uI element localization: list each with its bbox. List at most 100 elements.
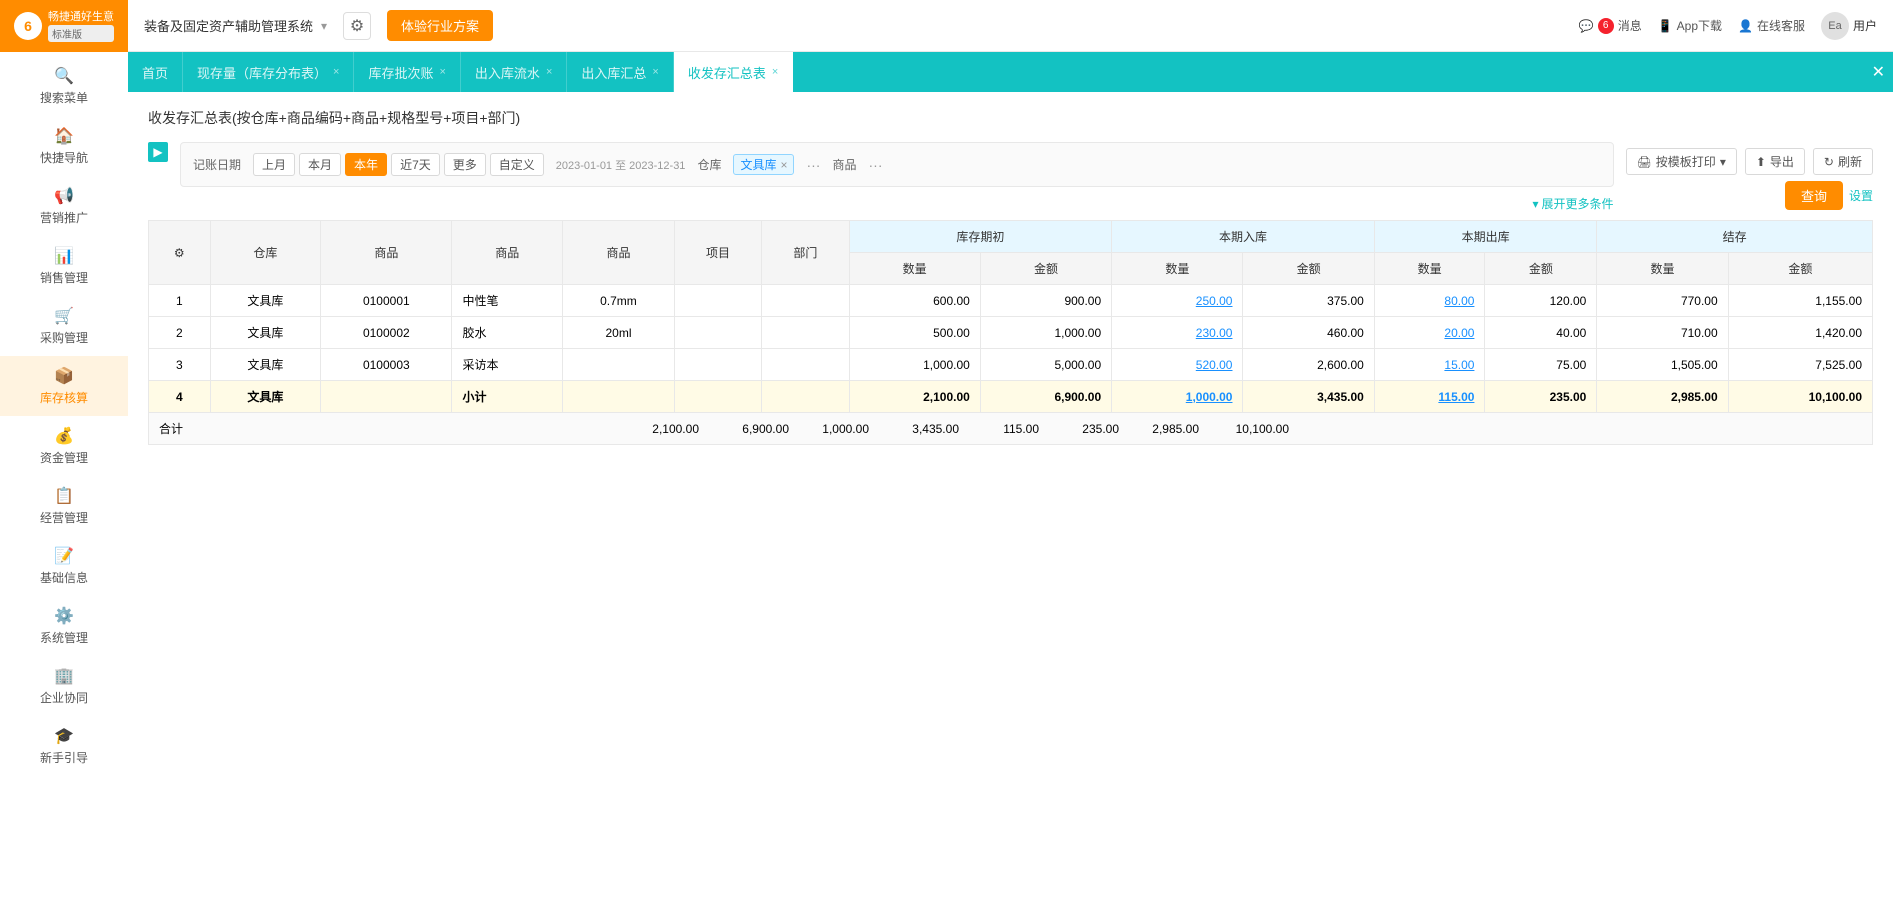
page-container: 收发存汇总表(按仓库+商品编码+商品+规格型号+项目+部门) ▶ 记账日期 上月…: [128, 92, 1893, 923]
date-btn-this-month[interactable]: 本月: [299, 153, 341, 176]
footer-balance-amt: 10,100.00: [1199, 422, 1289, 436]
footer-opening-amt: 6,900.00: [699, 422, 789, 436]
cell-opening-amt: 900.00: [980, 285, 1111, 317]
table-row: 3文具库0100003采访本1,000.005,000.00520.002,60…: [149, 349, 1873, 381]
cell-project: [674, 317, 761, 349]
tab-home[interactable]: 首页: [128, 52, 183, 92]
th-settings[interactable]: ⚙: [149, 221, 211, 285]
warehouse-tag[interactable]: 文具库 ×: [733, 154, 794, 175]
tab-recv-send[interactable]: 收发存汇总表 ×: [674, 52, 793, 92]
date-btn-7days[interactable]: 近7天: [391, 153, 440, 176]
cell-opening-amt: 5,000.00: [980, 349, 1111, 381]
cell-balance-qty: 710.00: [1597, 317, 1728, 349]
sidebar-item-enterprise[interactable]: 🏢 企业协同: [0, 656, 128, 716]
cell-opening-amt: 1,000.00: [980, 317, 1111, 349]
filter-date-label: 记账日期: [193, 156, 241, 173]
tab-inventory-dist[interactable]: 现存量（库存分布表） ×: [183, 52, 354, 92]
cell-out-qty[interactable]: 15.00: [1374, 349, 1485, 381]
date-btn-custom[interactable]: 自定义: [490, 153, 544, 176]
sidebar-item-search[interactable]: 🔍 搜索菜单: [0, 56, 128, 116]
goods-filter-more[interactable]: ···: [869, 157, 883, 173]
print-template-button[interactable]: 🖨 按模板打印 ▾: [1626, 148, 1737, 175]
settings-button[interactable]: 设置: [1849, 181, 1873, 210]
date-btn-last-month[interactable]: 上月: [253, 153, 295, 176]
sales-icon: 📊: [54, 246, 74, 266]
sidebar-item-basic-info[interactable]: 📝 基础信息: [0, 536, 128, 596]
tab-inout-summary-close[interactable]: ×: [652, 66, 658, 78]
date-btn-this-year[interactable]: 本年: [345, 153, 387, 176]
th-name: 商品: [452, 221, 563, 285]
filter-collapse-button[interactable]: ▶: [148, 142, 168, 162]
query-button[interactable]: 查询: [1785, 181, 1843, 210]
trial-button[interactable]: 体验行业方案: [387, 10, 493, 41]
sidebar-item-system-label: 系统管理: [40, 629, 88, 646]
tab-batch-close[interactable]: ×: [439, 66, 445, 78]
cell-out-qty[interactable]: 115.00: [1374, 381, 1485, 413]
logo-icon: 6: [14, 12, 42, 40]
th-spec: 商品: [563, 221, 675, 285]
system-icon: ⚙️: [54, 606, 74, 626]
sidebar-item-enterprise-label: 企业协同: [40, 689, 88, 706]
date-buttons-group: 上月 本月 本年 近7天 更多 自定义: [253, 153, 544, 176]
sidebar-item-quick-nav-label: 快捷导航: [40, 149, 88, 166]
tab-recv-send-close[interactable]: ×: [772, 66, 778, 78]
cell-in-qty[interactable]: 250.00: [1112, 285, 1243, 317]
sidebar-item-sales[interactable]: 📊 销售管理: [0, 236, 128, 296]
tab-inout-summary[interactable]: 出入库汇总 ×: [567, 52, 673, 92]
th-project: 项目: [674, 221, 761, 285]
refresh-button[interactable]: ↻ 刷新: [1813, 148, 1873, 175]
sidebar-item-inventory[interactable]: 📦 库存核算: [0, 356, 128, 416]
sidebar-item-marketing-label: 营销推广: [40, 209, 88, 226]
logo-title: 畅捷通好生意: [48, 10, 114, 24]
cell-in-qty[interactable]: 230.00: [1112, 317, 1243, 349]
online-service-button[interactable]: 👤 在线客服: [1738, 17, 1805, 34]
message-button[interactable]: 💬 6 消息: [1579, 17, 1642, 34]
expand-conditions-button[interactable]: ▾ 展开更多条件: [1533, 195, 1614, 212]
sidebar-item-system[interactable]: ⚙️ 系统管理: [0, 596, 128, 656]
cell-dept: [762, 381, 849, 413]
cell-name: 小计: [452, 381, 563, 413]
date-btn-more[interactable]: 更多: [444, 153, 486, 176]
system-dropdown-icon[interactable]: ▾: [321, 19, 327, 33]
finance-icon: 💰: [54, 426, 74, 446]
th-period-in-group: 本期入库: [1112, 221, 1375, 253]
sidebar-item-finance[interactable]: 💰 资金管理: [0, 416, 128, 476]
sidebar-item-purchase[interactable]: 🛒 采购管理: [0, 296, 128, 356]
cell-out-amt: 120.00: [1485, 285, 1597, 317]
home-icon: 🏠: [54, 126, 74, 146]
tab-inout-flow[interactable]: 出入库流水 ×: [461, 52, 567, 92]
cell-balance-qty: 1,505.00: [1597, 349, 1728, 381]
sidebar-item-guide[interactable]: 🎓 新手引导: [0, 716, 128, 776]
cell-opening-qty: 600.00: [849, 285, 980, 317]
cell-out-qty[interactable]: 20.00: [1374, 317, 1485, 349]
warehouse-filter-more[interactable]: ···: [806, 157, 820, 173]
footer-label: 合计: [159, 420, 619, 437]
cell-balance-amt: 1,420.00: [1728, 317, 1872, 349]
system-title: 装备及固定资产辅助管理系统: [144, 16, 313, 35]
cell-in-qty[interactable]: 1,000.00: [1112, 381, 1243, 413]
sidebar-item-quick-nav[interactable]: 🏠 快捷导航: [0, 116, 128, 176]
cell-dept: [762, 349, 849, 381]
cell-project: [674, 285, 761, 317]
th-balance-amt: 金额: [1728, 253, 1872, 285]
tab-batch[interactable]: 库存批次账 ×: [354, 52, 460, 92]
app-download-button[interactable]: 📱 App下载: [1658, 17, 1722, 34]
sidebar-item-marketing[interactable]: 📢 营销推广: [0, 176, 128, 236]
cell-in-qty[interactable]: 520.00: [1112, 349, 1243, 381]
warehouse-tag-remove[interactable]: ×: [780, 158, 787, 172]
export-button[interactable]: ⬆ 导出: [1745, 148, 1805, 175]
th-code: 商品: [321, 221, 452, 285]
tab-inventory-dist-close[interactable]: ×: [333, 66, 339, 78]
topbar-settings-button[interactable]: ⚙: [343, 12, 371, 40]
sidebar-item-operations[interactable]: 📋 经营管理: [0, 476, 128, 536]
online-label: 在线客服: [1757, 17, 1805, 34]
message-label: 消息: [1618, 17, 1642, 34]
cell-code: 0100001: [321, 285, 452, 317]
tabs-end: ✕: [1864, 62, 1893, 82]
topbar: 装备及固定资产辅助管理系统 ▾ ⚙ 体验行业方案 💬 6 消息 📱 App下载 …: [128, 0, 1893, 52]
tab-inout-flow-close[interactable]: ×: [546, 66, 552, 78]
user-menu[interactable]: Ea 用户: [1821, 12, 1877, 40]
cell-out-qty[interactable]: 80.00: [1374, 285, 1485, 317]
th-period-out-group: 本期出库: [1374, 221, 1597, 253]
close-all-tabs-icon[interactable]: ✕: [1872, 62, 1885, 82]
